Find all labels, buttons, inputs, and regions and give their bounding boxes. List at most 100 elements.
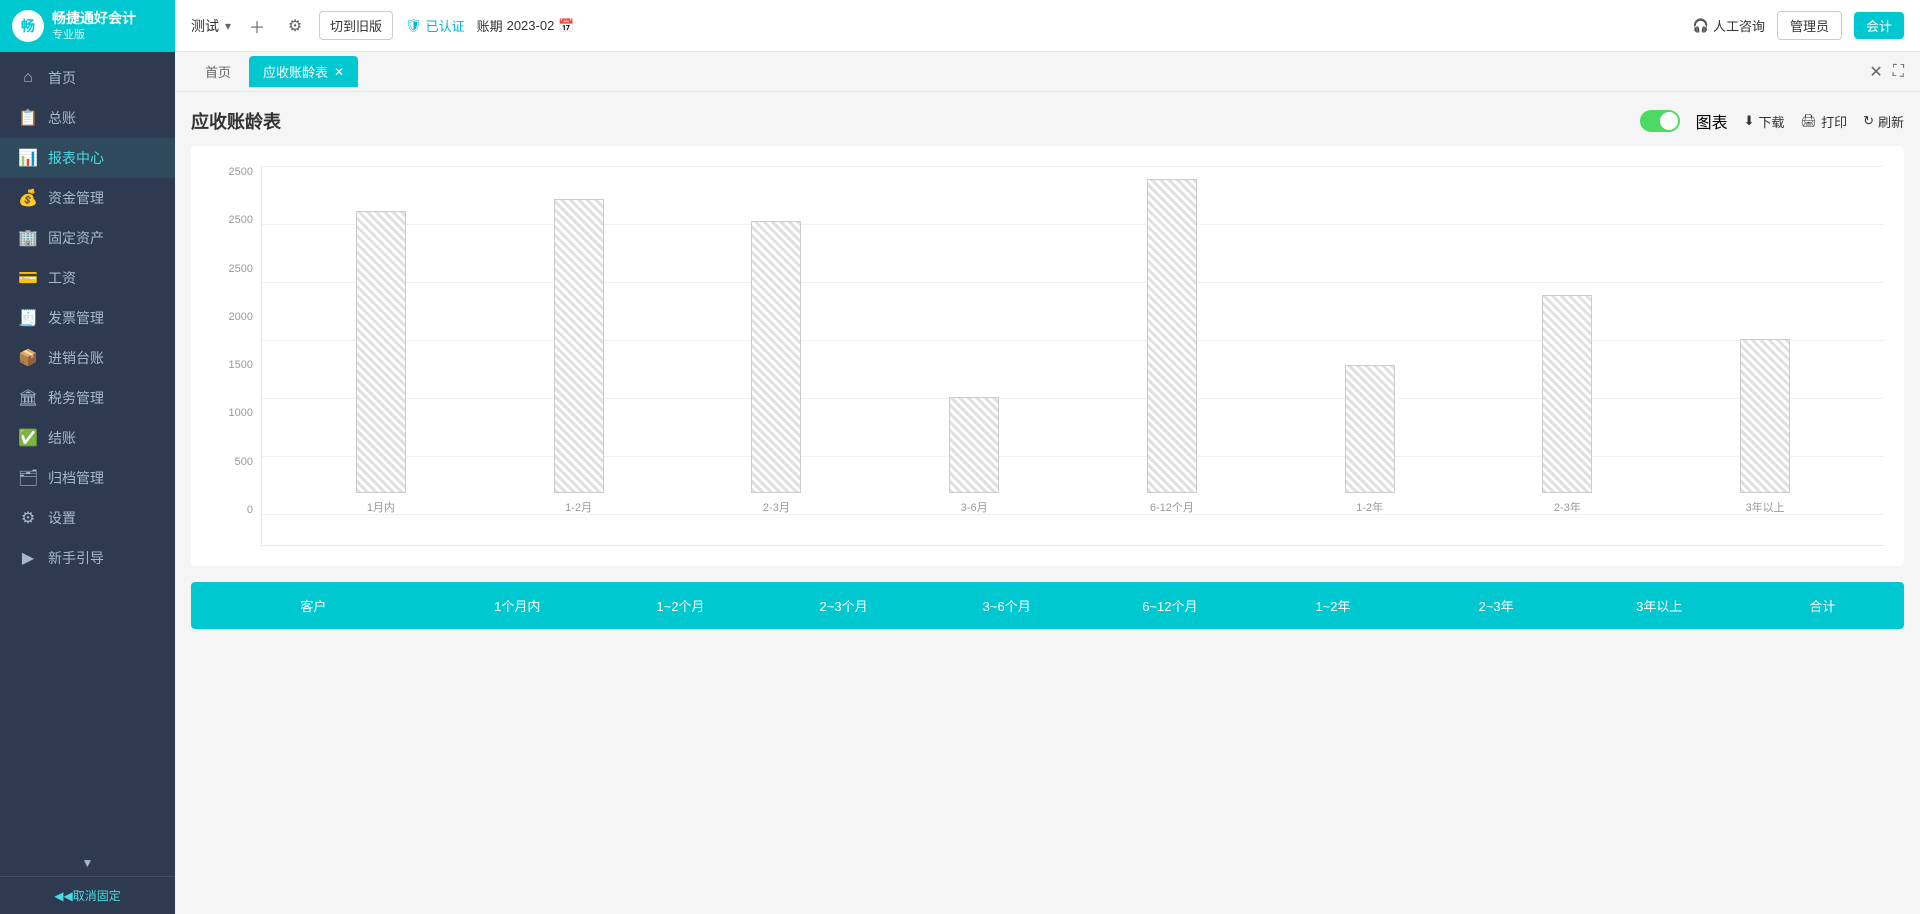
print-btn[interactable]: 🖨 打印 (1801, 112, 1848, 131)
bar[interactable] (1147, 179, 1197, 493)
main-content: 测试 ▾ ＋ ⚙ 切到旧版 🛡 已认证 账期 2023-02 📅 🎧 人工咨询 … (175, 0, 1920, 914)
settings-icon[interactable]: ⚙ (281, 12, 309, 40)
bar-group: 1月内 (356, 211, 406, 515)
sidebar-item-label: 归档管理 (48, 468, 104, 488)
bar-label: 2-3年 (1554, 499, 1581, 515)
refresh-icon: ↻ (1863, 113, 1874, 129)
sidebar-item-ledger[interactable]: 📋 总账 (0, 98, 175, 138)
invoices-icon: 🧾 (18, 308, 38, 328)
sidebar-item-guide[interactable]: ▶新手引导 (0, 538, 175, 578)
download-btn[interactable]: ⬇ 下载 (1744, 112, 1785, 131)
sidebar-item-settings[interactable]: ⚙设置 (0, 498, 175, 538)
bar-group: 2-3年 (1542, 295, 1592, 515)
sidebar-item-closing[interactable]: ✅ 结账 (0, 418, 175, 458)
bar-group: 1-2年 (1345, 365, 1395, 515)
sidebar-item-wages[interactable]: 💳 工资 (0, 258, 175, 298)
sidebar-item-label: 资金管理 (48, 188, 104, 208)
bar[interactable] (554, 199, 604, 493)
report-actions: 图表 ⬇ 下载 🖨 打印 ↻ 刷新 (1640, 109, 1904, 133)
logo-icon: 畅 (12, 10, 44, 42)
tabbar-right: ✕ ⛶ (1869, 62, 1904, 82)
sidebar-item-purchase[interactable]: 📦进销台账 (0, 338, 175, 378)
bar-group: 3年以上 (1740, 339, 1790, 515)
table-container: 客户1个月内1~2个月2~3个月3~6个月6~12个月1~2年2~3年3年以上合… (191, 582, 1904, 629)
report-title: 应收账龄表 (191, 108, 281, 134)
close-icon[interactable]: ✕ (1869, 62, 1882, 82)
bar-label: 6-12个月 (1150, 499, 1194, 515)
y-label: 1000 (229, 407, 253, 419)
reports-icon: 📊 (18, 148, 38, 168)
assets-icon: 🏢 (18, 228, 38, 248)
tab-home[interactable]: 首页 (191, 56, 245, 87)
table-header-cell: 1个月内 (436, 582, 599, 629)
sidebar-item-invoices[interactable]: 🧾 发票管理 (0, 298, 175, 338)
project-selector[interactable]: 测试 ▾ (191, 16, 231, 36)
project-chevron-icon: ▾ (225, 19, 231, 33)
bar-label: 2-3月 (763, 499, 790, 515)
sidebar-item-label: 固定资产 (48, 228, 104, 248)
guide-icon: ▶ (18, 548, 38, 568)
tax-icon: 🏛 (18, 388, 38, 408)
project-name: 测试 (191, 16, 219, 36)
topbar-right: 🎧 人工咨询 管理员 会计 (1693, 11, 1904, 40)
y-label: 500 (235, 456, 253, 468)
ledger-icon: 📋 (18, 108, 38, 128)
certified-badge: 🛡 已认证 (405, 16, 465, 35)
chart-container: 2500250025002000150010005000 1月内 1-2月 2-… (191, 146, 1904, 566)
bar[interactable] (356, 211, 406, 493)
sidebar-item-label: 结账 (48, 428, 76, 448)
role-btn[interactable]: 会计 (1854, 12, 1904, 39)
sidebar-item-label: 发票管理 (48, 308, 104, 328)
table-header-cell: 1~2年 (1251, 582, 1414, 629)
headset-icon: 🎧 (1693, 18, 1709, 34)
sidebar-nav: ⌂首页📋总账📊报表中心💰资金管理🏢固定资产💳工资🧾发票管理📦进销台账🏛税务管理✅… (0, 52, 175, 850)
table-header-cell: 3~6个月 (925, 582, 1088, 629)
bar-label: 1-2月 (565, 499, 592, 515)
page-content: 应收账龄表 图表 ⬇ 下载 🖨 打印 ↻ 刷新 (175, 92, 1920, 914)
closing-icon: ✅ (18, 428, 38, 448)
sidebar-item-label: 总账 (48, 108, 76, 128)
y-label: 2500 (229, 166, 253, 178)
bar[interactable] (1740, 339, 1790, 493)
table-header-cell: 客户 (191, 582, 436, 629)
sidebar-item-assets[interactable]: 🏢 固定资产 (0, 218, 175, 258)
bar[interactable] (1542, 295, 1592, 493)
bar-group: 3-6月 (949, 397, 999, 515)
app-edition: 专业版 (52, 26, 136, 42)
chart-toggle[interactable] (1640, 110, 1680, 132)
sidebar-item-label: 进销台账 (48, 348, 104, 368)
tab-ar-aging[interactable]: 应收账龄表✕ (249, 56, 358, 87)
sidebar-item-home[interactable]: ⌂首页 (0, 58, 175, 98)
wages-icon: 💳 (18, 268, 38, 288)
sidebar-item-tax[interactable]: 🏛税务管理 (0, 378, 175, 418)
old-version-btn[interactable]: 切到旧版 (319, 11, 393, 40)
funds-icon: 💰 (18, 188, 38, 208)
sidebar-item-archive[interactable]: 🗂归档管理 (0, 458, 175, 498)
sidebar-item-reports[interactable]: 📊 报表中心 (0, 138, 175, 178)
y-label: 2500 (229, 214, 253, 226)
add-button[interactable]: ＋ (243, 12, 271, 40)
tab-label: 首页 (205, 62, 231, 81)
tab-close-icon[interactable]: ✕ (334, 65, 344, 79)
table-header-cell: 2~3年 (1415, 582, 1578, 629)
bar[interactable] (1345, 365, 1395, 493)
bar-label: 1月内 (367, 499, 395, 515)
chart-toggle-label: 图表 (1696, 109, 1728, 133)
bar[interactable] (751, 221, 801, 493)
calendar-icon[interactable]: 📅 (558, 18, 574, 34)
sidebar-item-funds[interactable]: 💰 资金管理 (0, 178, 175, 218)
user-btn[interactable]: 管理员 (1777, 11, 1842, 40)
expand-icon[interactable]: ⛶ (1893, 63, 1904, 81)
sidebar-item-label: 报表中心 (48, 148, 104, 168)
bar[interactable] (949, 397, 999, 493)
sidebar-scroll-down[interactable]: ▼ (0, 850, 175, 876)
consult-btn[interactable]: 🎧 人工咨询 (1693, 16, 1765, 35)
sidebar-item-label: 工资 (48, 268, 76, 288)
sidebar-item-label: 设置 (48, 508, 76, 528)
sidebar-item-label: 首页 (48, 68, 76, 88)
topbar: 测试 ▾ ＋ ⚙ 切到旧版 🛡 已认证 账期 2023-02 📅 🎧 人工咨询 … (175, 0, 1920, 52)
sidebar-unfix-btn[interactable]: ◀◀ 取消固定 (0, 876, 175, 914)
sidebar: 畅 畅捷通好会计 专业版 ⌂首页📋总账📊报表中心💰资金管理🏢固定资产💳工资🧾发票… (0, 0, 175, 914)
refresh-btn[interactable]: ↻ 刷新 (1863, 112, 1904, 131)
period-display: 账期 2023-02 📅 (477, 16, 575, 35)
